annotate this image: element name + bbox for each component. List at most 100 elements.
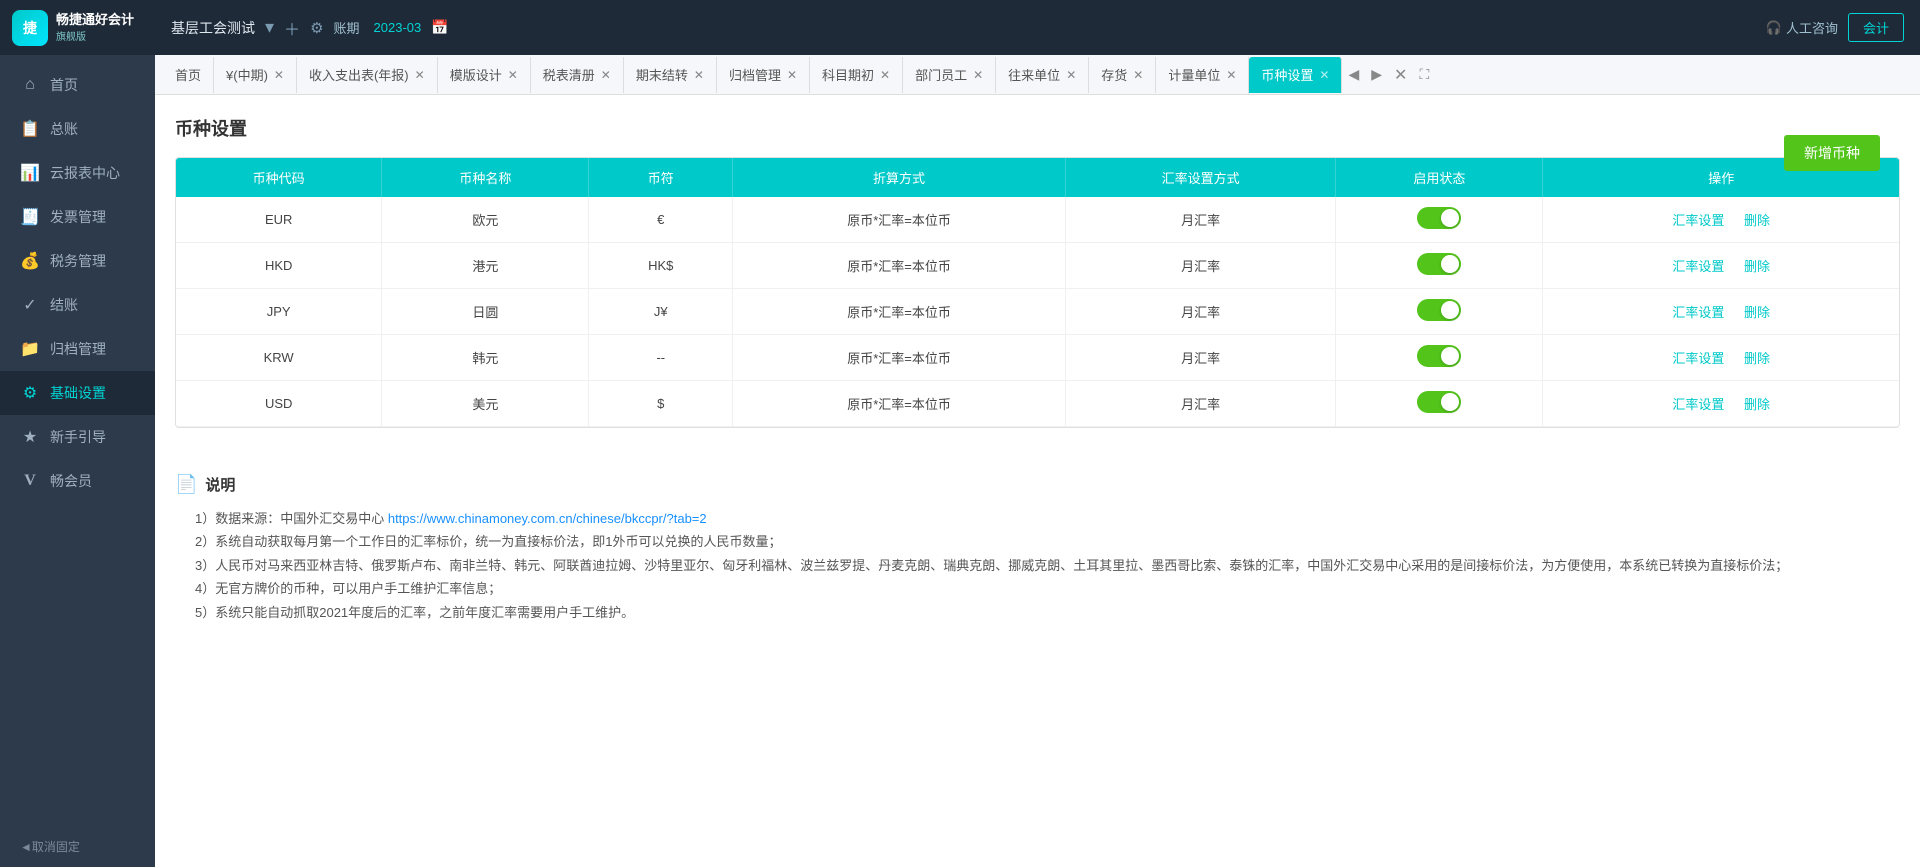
sidebar-item-archive[interactable]: 📁 归档管理 [0,327,155,371]
toggle-0[interactable] [1417,207,1461,229]
tab-expand-icon[interactable]: ⛶ [1413,66,1435,83]
header-right: 🎧 人工咨询 会计 [1766,13,1904,42]
tab-currency[interactable]: 币种设置✕ [1249,57,1342,93]
currency-table: 币种代码 币种名称 币符 折算方式 汇率设置方式 启用状态 操作 EUR 欧元 … [176,158,1899,427]
rate-setting-link-0[interactable]: 汇率设置 [1672,213,1724,228]
add-tab-icon[interactable]: ＋ [284,16,300,40]
tab-template[interactable]: 模版设计 ✕ [438,57,531,93]
tab-period-close[interactable]: ✕ [274,68,284,82]
calendar-icon[interactable]: 📅 [431,19,448,36]
tab-template-close[interactable]: ✕ [508,68,518,82]
cell-rate-method-4: 月汇率 [1065,381,1335,427]
tab-income-report-close[interactable]: ✕ [415,68,425,82]
toggle-thumb-1 [1441,255,1459,273]
tab-unit[interactable]: 计量单位✕ [1156,57,1249,93]
tab-dept[interactable]: 部门员工✕ [903,57,996,93]
tab-dept-close[interactable]: ✕ [973,68,983,82]
col-header-calc: 折算方式 [733,158,1066,197]
sidebar-item-member[interactable]: V 畅会员 [0,459,155,503]
sidebar-item-invoice[interactable]: 🧾 发票管理 [0,195,155,239]
headset-icon: 🎧 [1766,20,1782,36]
sidebar-item-checkout[interactable]: ✓ 结账 [0,283,155,327]
delete-link-3[interactable]: 删除 [1744,351,1770,366]
cell-calc-1: 原币*汇率=本位币 [733,243,1066,289]
tab-partners[interactable]: 往来单位✕ [996,57,1089,93]
dropdown-icon[interactable]: ▾ [265,17,274,38]
cell-name-2: 日圆 [382,289,589,335]
delete-link-0[interactable]: 删除 [1744,213,1770,228]
sidebar-item-home[interactable]: ⌂ 首页 [0,63,155,107]
sidebar-label-archive: 归档管理 [50,339,106,359]
rate-setting-link-2[interactable]: 汇率设置 [1672,305,1724,320]
notes-title-block: 📄 说明 [175,474,1900,495]
delete-link-4[interactable]: 删除 [1744,397,1770,412]
tab-period-end[interactable]: 期末结转✕ [624,57,717,93]
table-row: HKD 港元 HK$ 原币*汇率=本位币 月汇率 汇率设置 删除 [176,243,1899,289]
invoice-icon: 🧾 [20,207,40,227]
tab-period-end-close[interactable]: ✕ [694,68,704,82]
tab-period[interactable]: ¥(中期) ✕ [214,57,297,93]
tab-filing[interactable]: 归档管理✕ [717,57,810,93]
main-content: 币种设置 新增币种 币种代码 币种名称 币符 折算方式 汇率设置方式 启用状态 … [155,95,1920,867]
notes-title-text: 说明 [205,474,235,495]
delete-link-2[interactable]: 删除 [1744,305,1770,320]
tab-prev-icon[interactable]: ◀ [1342,66,1365,83]
tab-subject-init[interactable]: 科目期初 ✕ [810,57,903,93]
app-name: 畅捷通好会计 [56,12,134,29]
tab-tax-manual-close[interactable]: ✕ [601,68,611,82]
notes-icon: 📄 [175,474,197,495]
cell-code-3: KRW [176,335,382,381]
rate-setting-link-3[interactable]: 汇率设置 [1672,351,1724,366]
notes-link[interactable]: https://www.chinamoney.com.cn/chinese/bk… [388,511,707,526]
tab-subject-init-close[interactable]: ✕ [880,68,890,82]
header-left: 基层工会测试 ▾ ＋ ⚙ 账期 2023-03 📅 [171,16,449,40]
tab-currency-close[interactable]: ✕ [1319,68,1329,82]
tab-close-all-icon[interactable]: ✕ [1388,65,1413,85]
cell-symbol-1: HK$ [589,243,733,289]
tab-partners-close[interactable]: ✕ [1066,68,1076,82]
sidebar-label-checkout: 结账 [50,295,78,315]
sidebar-pin-toggle[interactable]: ◄取消固定 [0,826,155,867]
support-button[interactable]: 🎧 人工咨询 [1766,18,1838,37]
toggle-3[interactable] [1417,345,1461,367]
tab-period-label: ¥(中期) [226,65,268,84]
toggle-4[interactable] [1417,391,1461,413]
cell-symbol-2: J¥ [589,289,733,335]
tab-home[interactable]: 首页 [163,57,214,93]
note-item-3: 4）无官方牌价的币种，可以用户手工维护汇率信息； [195,577,1900,600]
sidebar-item-settings[interactable]: ⚙ 基础设置 [0,371,155,415]
tab-filing-close[interactable]: ✕ [787,68,797,82]
tab-unit-close[interactable]: ✕ [1226,68,1236,82]
cell-status-4 [1336,381,1543,427]
tab-inventory[interactable]: 存货✕ [1089,57,1156,93]
settings-gear-icon[interactable]: ⚙ [310,19,323,37]
delete-link-1[interactable]: 删除 [1744,259,1770,274]
tab-tax-manual[interactable]: 税表清册✕ [531,57,624,93]
toggle-thumb-4 [1441,393,1459,411]
tab-subject-init-label: 科目期初 [822,65,874,84]
new-currency-button[interactable]: 新增币种 [1784,135,1880,171]
cell-action-0: 汇率设置 删除 [1543,197,1899,243]
toggle-1[interactable] [1417,253,1461,275]
tab-inventory-close[interactable]: ✕ [1133,68,1143,82]
rate-setting-link-1[interactable]: 汇率设置 [1672,259,1724,274]
sidebar-item-reports[interactable]: 📊 云报表中心 [0,151,155,195]
cell-rate-method-0: 月汇率 [1065,197,1335,243]
account-button[interactable]: 会计 [1848,13,1904,42]
tab-income-report[interactable]: 收入支出表(年报)✕ [297,57,438,93]
cell-rate-method-1: 月汇率 [1065,243,1335,289]
period-value: 2023-03 [374,20,422,35]
logo-text-block: 畅捷通好会计 旗舰版 [56,12,134,44]
toggle-2[interactable] [1417,299,1461,321]
cell-status-3 [1336,335,1543,381]
rate-setting-link-4[interactable]: 汇率设置 [1672,397,1724,412]
tab-next-icon[interactable]: ▶ [1365,66,1388,83]
sidebar-label-reports: 云报表中心 [50,163,120,183]
checkout-icon: ✓ [20,295,40,315]
col-header-code: 币种代码 [176,158,382,197]
toggle-track-2 [1417,299,1461,321]
tab-template-label: 模版设计 [450,65,502,84]
sidebar-item-tax[interactable]: 💰 税务管理 [0,239,155,283]
sidebar-item-general-ledger[interactable]: 📋 总账 [0,107,155,151]
sidebar-item-guide[interactable]: ★ 新手引导 [0,415,155,459]
